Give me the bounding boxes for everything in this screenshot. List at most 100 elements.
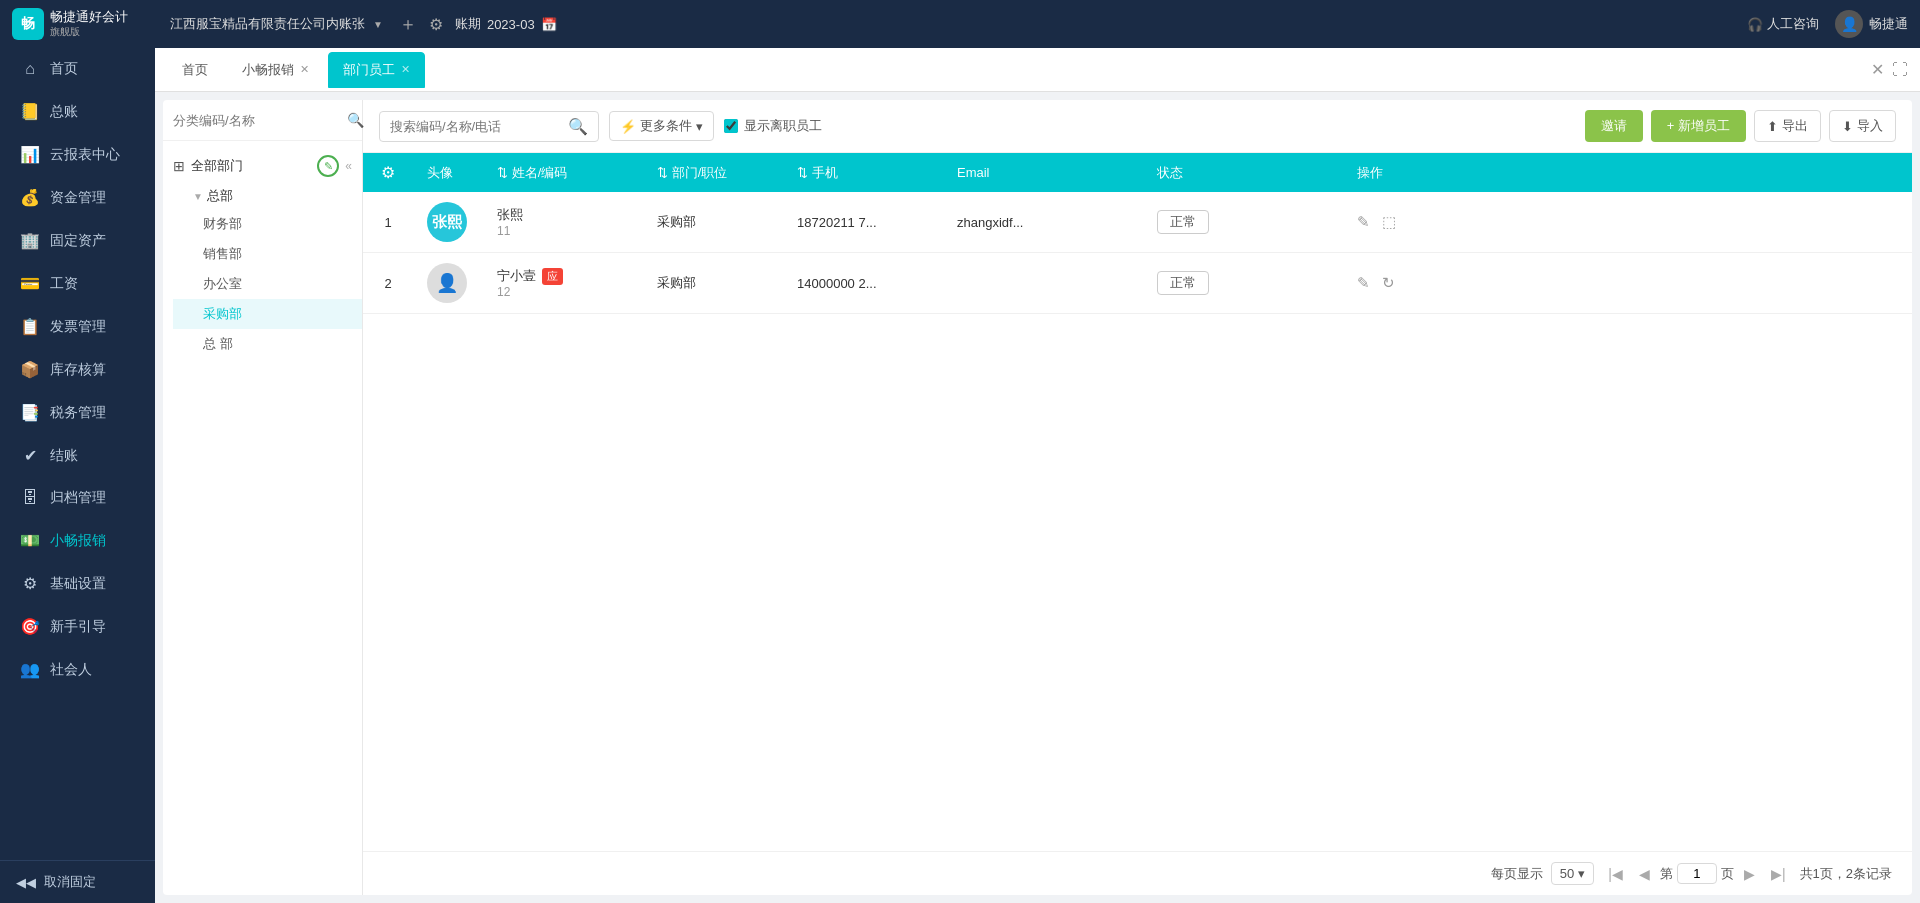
- tab-home[interactable]: 首页: [167, 52, 223, 88]
- table-row: 1 张熙 张熙 11 采购部: [363, 192, 1912, 253]
- calendar-icon[interactable]: 📅: [541, 17, 557, 32]
- sidebar-item-ledger[interactable]: 📒 总账: [0, 90, 155, 133]
- logo-icon: 畅: [12, 8, 44, 40]
- sidebar-item-tax[interactable]: 📑 税务管理: [0, 391, 155, 434]
- headset-icon: 🎧: [1747, 17, 1763, 32]
- settings-icon[interactable]: ⚙: [429, 15, 443, 34]
- add-employee-button[interactable]: + 新增员工: [1651, 110, 1746, 142]
- next-page-button[interactable]: ▶: [1738, 864, 1761, 884]
- table-settings-icon[interactable]: ⚙: [381, 164, 395, 181]
- invoice-icon: 📋: [20, 317, 40, 336]
- avatar: 张熙: [427, 202, 467, 242]
- closing-icon: ✔: [20, 446, 40, 465]
- sidebar-item-closing[interactable]: ✔ 结账: [0, 434, 155, 477]
- dept-collapse-icon[interactable]: «: [345, 159, 352, 173]
- tab-close-expense[interactable]: ✕: [300, 63, 309, 76]
- row2-phone: 14000000 2...: [783, 253, 943, 314]
- invite-button[interactable]: 邀请: [1585, 110, 1643, 142]
- th-action: 操作: [1343, 153, 1912, 192]
- sidebar-item-fixed[interactable]: 🏢 固定资产: [0, 219, 155, 262]
- row1-name-code: 张熙 11: [483, 192, 643, 253]
- th-avatar: 头像: [413, 153, 483, 192]
- tab-department[interactable]: 部门员工 ✕: [328, 52, 425, 88]
- expand-tab-button[interactable]: ⛶: [1892, 60, 1908, 79]
- sidebar-bottom: ◀◀ 取消固定: [0, 860, 155, 903]
- support-button[interactable]: 🎧 人工咨询: [1747, 15, 1819, 33]
- tab-expense[interactable]: 小畅报销 ✕: [227, 52, 324, 88]
- export-button[interactable]: ⬆ 导出: [1754, 110, 1821, 142]
- import-button[interactable]: ⬇ 导入: [1829, 110, 1896, 142]
- page-number-input[interactable]: [1677, 863, 1717, 884]
- pagination: 每页显示 50 ▾ |◀ ◀ 第 页 ▶ ▶| 共1页，2条记录: [363, 851, 1912, 895]
- more-filter-button[interactable]: ⚡ 更多条件 ▾: [609, 111, 714, 141]
- dept-search-icon[interactable]: 🔍: [347, 112, 364, 128]
- sidebar-item-partners[interactable]: 👥 社会人: [0, 648, 155, 691]
- row1-avatar: 张熙: [413, 192, 483, 253]
- dept-node-office[interactable]: 办公室: [173, 269, 362, 299]
- expense-icon: 💵: [20, 531, 40, 550]
- sidebar-item-report[interactable]: 📊 云报表中心: [0, 133, 155, 176]
- first-page-button[interactable]: |◀: [1602, 864, 1629, 884]
- sidebar-item-invoice[interactable]: 📋 发票管理: [0, 305, 155, 348]
- all-dept-header-left: ⊞ 全部部门: [173, 157, 243, 175]
- th-settings[interactable]: ⚙: [363, 153, 413, 192]
- last-page-button[interactable]: ▶|: [1765, 864, 1792, 884]
- company-selector[interactable]: 江西服宝精品有限责任公司内账张 ▼: [170, 15, 383, 33]
- dept-search-input[interactable]: [173, 113, 341, 128]
- top-header: 畅 畅捷通好会计 旗舰版 江西服宝精品有限责任公司内账张 ▼ ＋ ⚙ 账期 20…: [0, 0, 1920, 48]
- sidebar-item-settings[interactable]: ⚙ 基础设置: [0, 562, 155, 605]
- dept-node-sales[interactable]: 销售部: [173, 239, 362, 269]
- prev-page-button[interactable]: ◀: [1633, 864, 1656, 884]
- add-company-icon[interactable]: ＋: [399, 12, 417, 36]
- sidebar-item-expense[interactable]: 💵 小畅报销: [0, 519, 155, 562]
- sidebar-item-payroll[interactable]: 💳 工资: [0, 262, 155, 305]
- payroll-icon: 💳: [20, 274, 40, 293]
- edit-icon[interactable]: ✎: [1357, 274, 1370, 292]
- pin-icon: ◀◀: [16, 875, 36, 890]
- page-size-select[interactable]: 50 ▾: [1551, 862, 1594, 885]
- row2-email: [943, 253, 1143, 314]
- sidebar-item-inventory[interactable]: 📦 库存核算: [0, 348, 155, 391]
- table-row: 2 👤 宁小壹 应: [363, 253, 1912, 314]
- main-layout: ⌂ 首页 📒 总账 📊 云报表中心 💰 资金管理 🏢 固定资产 💳 工资 📋 发…: [0, 48, 1920, 903]
- dept-parent-node[interactable]: ▼ 总部: [173, 183, 362, 209]
- filter-dropdown-arrow: ▾: [696, 119, 703, 134]
- close-tab-button[interactable]: ✕: [1871, 60, 1884, 79]
- row1-phone: 18720211 7...: [783, 192, 943, 253]
- toolbar-right: 邀请 + 新增员工 ⬆ 导出 ⬇ 导入: [1585, 110, 1896, 142]
- tab-close-department[interactable]: ✕: [401, 63, 410, 76]
- dept-node-purchase[interactable]: 采购部: [173, 299, 362, 329]
- ledger-icon: 📒: [20, 102, 40, 121]
- employee-table: ⚙ 头像 ⇅ 姓名/编码 ⇅ 部门/职位 ⇅ 手机: [363, 153, 1912, 314]
- show-resigned-checkbox[interactable]: [724, 119, 738, 133]
- sidebar-item-funds[interactable]: 💰 资金管理: [0, 176, 155, 219]
- row1-actions: ✎ ⬚: [1343, 192, 1912, 253]
- edit-icon[interactable]: ✎: [1357, 213, 1370, 231]
- th-name[interactable]: ⇅ 姓名/编码: [483, 153, 643, 192]
- th-phone[interactable]: ⇅ 手机: [783, 153, 943, 192]
- sidebar-item-home[interactable]: ⌂ 首页: [0, 48, 155, 90]
- refresh-icon[interactable]: ↻: [1382, 274, 1395, 292]
- employee-search-box: 🔍: [379, 111, 599, 142]
- all-dept-header[interactable]: ⊞ 全部部门 ✎ «: [163, 149, 362, 183]
- archive-icon: 🗄: [20, 489, 40, 507]
- dept-node-headquarters[interactable]: 总 部: [173, 329, 362, 359]
- cancel-fixed-button[interactable]: ◀◀ 取消固定: [0, 861, 155, 903]
- sidebar-item-guide[interactable]: 🎯 新手引导: [0, 605, 155, 648]
- row2-dept: 采购部: [643, 253, 783, 314]
- dept-node-finance[interactable]: 财务部: [173, 209, 362, 239]
- export-icon: ⬆: [1767, 119, 1778, 134]
- th-dept[interactable]: ⇅ 部门/职位: [643, 153, 783, 192]
- sidebar-item-archive[interactable]: 🗄 归档管理: [0, 477, 155, 519]
- user-menu[interactable]: 👤 畅捷通: [1835, 10, 1908, 38]
- dept-edit-button[interactable]: ✎: [317, 155, 339, 177]
- employee-toolbar: 🔍 ⚡ 更多条件 ▾ 显示离职员工 邀请 + 新增员工: [363, 100, 1912, 153]
- employee-search-input[interactable]: [390, 119, 562, 134]
- employee-search-icon[interactable]: 🔍: [568, 117, 588, 136]
- employee-panel: 🔍 ⚡ 更多条件 ▾ 显示离职员工 邀请 + 新增员工: [363, 100, 1912, 895]
- logout-icon[interactable]: ⬚: [1382, 213, 1396, 231]
- home-icon: ⌂: [20, 60, 40, 78]
- filter-icon: ⚡: [620, 119, 636, 134]
- show-resigned-checkbox-label[interactable]: 显示离职员工: [724, 117, 822, 135]
- table-header-row: ⚙ 头像 ⇅ 姓名/编码 ⇅ 部门/职位 ⇅ 手机: [363, 153, 1912, 192]
